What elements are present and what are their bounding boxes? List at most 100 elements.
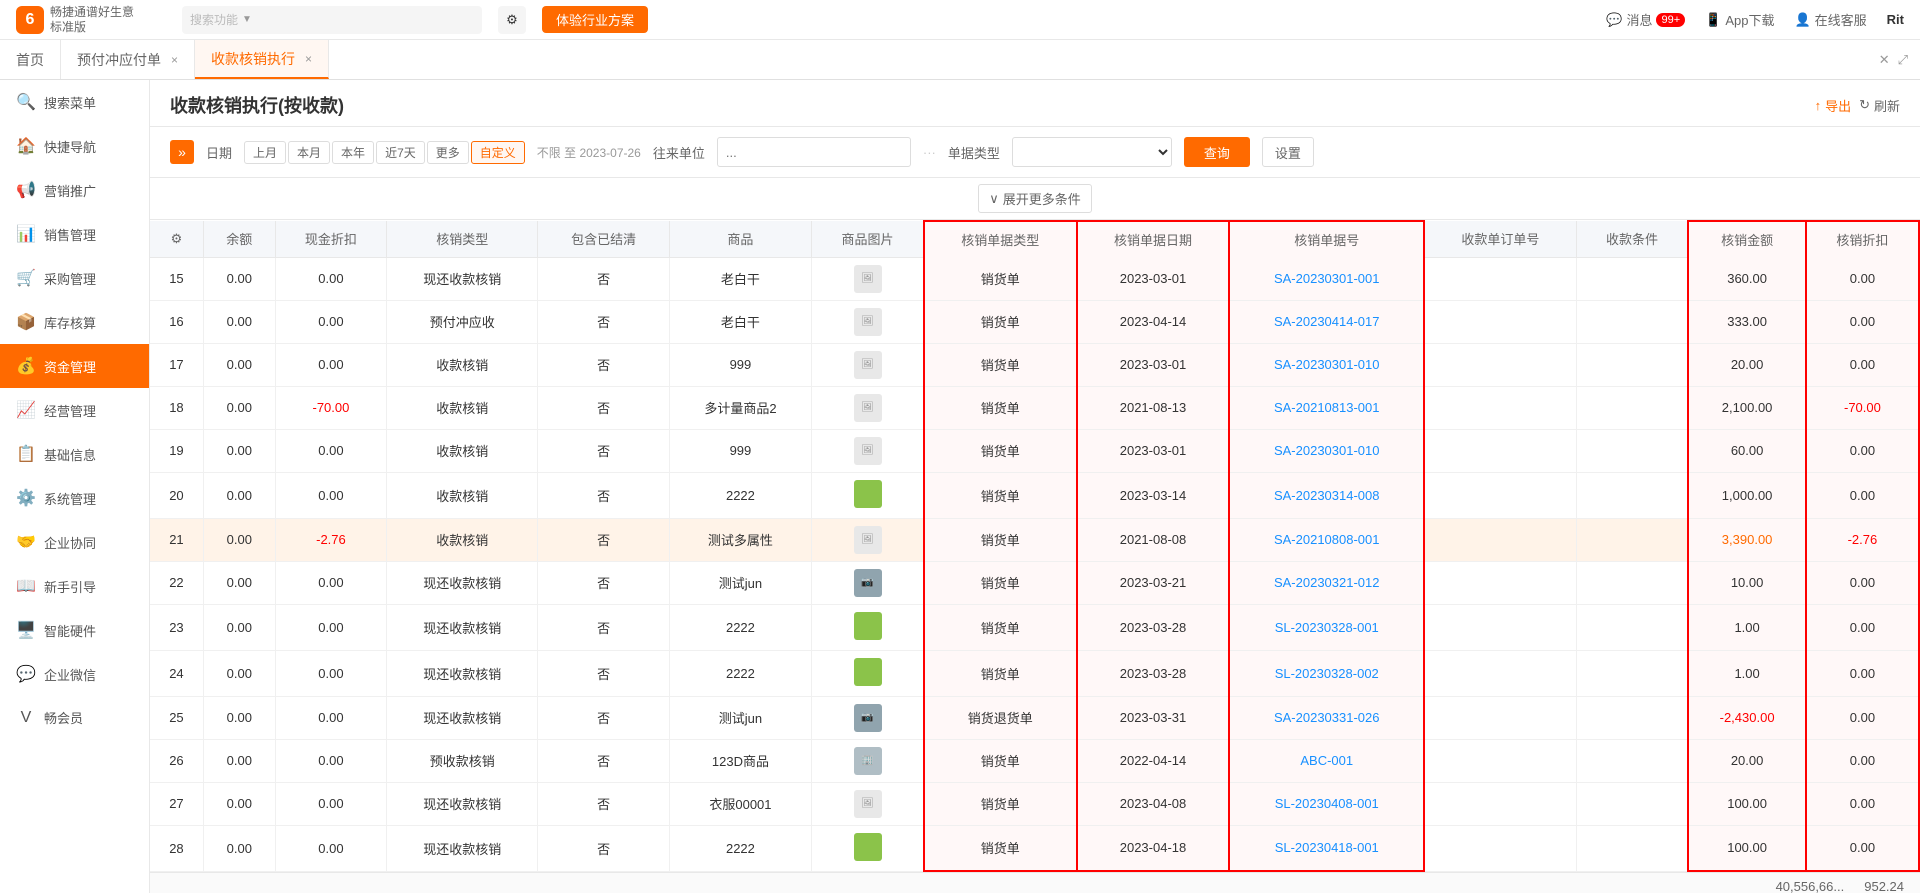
date-btn-custom[interactable]: 自定义 bbox=[471, 141, 525, 164]
sidebar-item-purchase[interactable]: 🛒 采购管理 bbox=[0, 256, 149, 300]
cell-verify-bill-no[interactable]: SA-20230314-008 bbox=[1229, 472, 1424, 518]
cell-verify-bill-no[interactable]: SA-20230414-017 bbox=[1229, 300, 1424, 343]
bill-no-link[interactable]: SA-20230301-010 bbox=[1274, 357, 1380, 372]
sidebar-item-operation[interactable]: 📈 经营管理 bbox=[0, 388, 149, 432]
tab-prepay[interactable]: 预付冲应付单 × bbox=[61, 40, 195, 79]
filter-expand-button[interactable]: » bbox=[170, 140, 194, 164]
sidebar-item-guide[interactable]: 📖 新手引导 bbox=[0, 564, 149, 608]
sidebar: 🔍 搜索菜单 🏠 快捷导航 📢 营销推广 📊 销售管理 🛒 采购管理 📦 库存核… bbox=[0, 80, 150, 893]
cell-verify-bill-no[interactable]: SA-20230331-026 bbox=[1229, 696, 1424, 739]
bill-no-link[interactable]: ABC-001 bbox=[1300, 753, 1353, 768]
tab-prepay-label: 预付冲应付单 bbox=[77, 50, 161, 70]
cell-verify-bill-no[interactable]: SA-20230301-010 bbox=[1229, 343, 1424, 386]
cell-id: 21 bbox=[150, 518, 203, 561]
export-button[interactable]: ↑ 导出 bbox=[1815, 96, 1852, 115]
date-btn-this-month[interactable]: 本月 bbox=[288, 141, 330, 164]
bill-no-link[interactable]: SA-20230414-017 bbox=[1274, 314, 1380, 329]
bill-no-link[interactable]: SA-20210813-001 bbox=[1274, 400, 1380, 415]
product-image: 🖼 bbox=[854, 394, 882, 422]
cell-verify-discount: 0.00 bbox=[1806, 739, 1919, 782]
sidebar-item-system[interactable]: ⚙️ 系统管理 bbox=[0, 476, 149, 520]
search-placeholder: 搜索功能 bbox=[190, 11, 238, 28]
sidebar-item-sales[interactable]: 📊 销售管理 bbox=[0, 212, 149, 256]
bill-no-link[interactable]: SA-20230301-010 bbox=[1274, 443, 1380, 458]
bill-no-link[interactable]: SL-20230328-002 bbox=[1275, 666, 1379, 681]
purchase-icon: 🛒 bbox=[16, 268, 36, 288]
th-verify-amount: 核销金额 bbox=[1688, 221, 1805, 257]
cell-goods: 999 bbox=[669, 343, 811, 386]
sidebar-item-collab[interactable]: 🤝 企业协同 bbox=[0, 520, 149, 564]
sidebar-item-inventory[interactable]: 📦 库存核算 bbox=[0, 300, 149, 344]
from-unit-label: 往来单位 bbox=[653, 143, 705, 162]
inventory-icon: 📦 bbox=[16, 312, 36, 332]
bill-no-link[interactable]: SL-20230418-001 bbox=[1275, 840, 1379, 855]
cell-goods-img: 📷 bbox=[812, 696, 924, 739]
bill-no-link[interactable]: SA-20230314-008 bbox=[1274, 488, 1380, 503]
sidebar-item-wechat[interactable]: 💬 企业微信 bbox=[0, 652, 149, 696]
industry-button[interactable]: 体验行业方案 bbox=[542, 6, 648, 33]
sidebar-item-search[interactable]: 🔍 搜索菜单 bbox=[0, 80, 149, 124]
cell-include-settled: 否 bbox=[538, 739, 669, 782]
sidebar-item-marketing[interactable]: 📢 营销推广 bbox=[0, 168, 149, 212]
cell-verify-amount: 333.00 bbox=[1688, 300, 1805, 343]
online-service-group[interactable]: 👤 在线客服 bbox=[1794, 10, 1866, 29]
tab-verify[interactable]: 收款核销执行 × bbox=[195, 40, 329, 79]
bill-no-link[interactable]: SL-20230328-001 bbox=[1275, 620, 1379, 635]
sidebar-label-member: 畅会员 bbox=[44, 708, 83, 727]
cell-verify-bill-no[interactable]: SA-20210808-001 bbox=[1229, 518, 1424, 561]
cell-verify-bill-no[interactable]: SA-20210813-001 bbox=[1229, 386, 1424, 429]
sidebar-item-member[interactable]: V 畅会员 bbox=[0, 696, 149, 739]
cell-goods: 2222 bbox=[669, 604, 811, 650]
tab-verify-close[interactable]: × bbox=[305, 52, 312, 66]
cell-verify-type: 现还收款核销 bbox=[387, 650, 538, 696]
message-group[interactable]: 💬 消息 99+ bbox=[1606, 10, 1685, 29]
bill-no-link[interactable]: SA-20210808-001 bbox=[1274, 532, 1380, 547]
bill-no-link[interactable]: SL-20230408-001 bbox=[1275, 796, 1379, 811]
app-download-group[interactable]: 📱 App下载 bbox=[1705, 10, 1774, 29]
cell-verify-bill-type: 销货单 bbox=[924, 386, 1077, 429]
sidebar-item-basic[interactable]: 📋 基础信息 bbox=[0, 432, 149, 476]
from-unit-input[interactable] bbox=[717, 137, 911, 167]
cell-verify-bill-no[interactable]: ABC-001 bbox=[1229, 739, 1424, 782]
settings-icon[interactable]: ⚙ bbox=[498, 6, 526, 34]
cell-cash-discount: 0.00 bbox=[275, 257, 387, 300]
date-btn-last-month[interactable]: 上月 bbox=[244, 141, 286, 164]
sidebar-item-nav[interactable]: 🏠 快捷导航 bbox=[0, 124, 149, 168]
sales-icon: 📊 bbox=[16, 224, 36, 244]
date-buttons: 上月 本月 本年 近7天 更多 自定义 bbox=[244, 141, 525, 164]
cell-id: 25 bbox=[150, 696, 203, 739]
search-button[interactable]: 查询 bbox=[1184, 137, 1250, 167]
expand-more-button[interactable]: ∨ 展开更多条件 bbox=[978, 184, 1092, 213]
bill-type-select[interactable] bbox=[1012, 137, 1172, 167]
cell-verify-bill-no[interactable]: SL-20230328-002 bbox=[1229, 650, 1424, 696]
sidebar-item-hardware[interactable]: 🖥️ 智能硬件 bbox=[0, 608, 149, 652]
window-close-icon[interactable]: ✕ bbox=[1879, 52, 1890, 68]
date-btn-this-year[interactable]: 本年 bbox=[332, 141, 374, 164]
bill-no-link[interactable]: SA-20230321-012 bbox=[1274, 575, 1380, 590]
cell-verify-amount: 1.00 bbox=[1688, 604, 1805, 650]
cell-verify-bill-no[interactable]: SA-20230321-012 bbox=[1229, 561, 1424, 604]
tab-home[interactable]: 首页 bbox=[0, 40, 61, 79]
date-btn-7days[interactable]: 近7天 bbox=[376, 141, 425, 164]
cell-balance: 0.00 bbox=[203, 739, 275, 782]
search-box[interactable]: 搜索功能 ▼ bbox=[182, 6, 482, 34]
cell-verify-type: 收款核销 bbox=[387, 518, 538, 561]
settings-button[interactable]: 设置 bbox=[1262, 137, 1314, 167]
cell-verify-bill-no[interactable]: SL-20230328-001 bbox=[1229, 604, 1424, 650]
window-expand-icon[interactable]: ⤢ bbox=[1898, 52, 1908, 68]
user-name[interactable]: Rit bbox=[1887, 12, 1904, 27]
cell-verify-bill-no[interactable]: SL-20230418-001 bbox=[1229, 825, 1424, 871]
bill-no-link[interactable]: SA-20230301-001 bbox=[1274, 271, 1380, 286]
cell-balance: 0.00 bbox=[203, 343, 275, 386]
date-btn-more[interactable]: 更多 bbox=[427, 141, 469, 164]
sidebar-item-finance[interactable]: 💰 资金管理 bbox=[0, 344, 149, 388]
bill-no-link[interactable]: SA-20230331-026 bbox=[1274, 710, 1380, 725]
cell-balance: 0.00 bbox=[203, 782, 275, 825]
table-row: 22 0.00 0.00 现还收款核销 否 测试jun 📷 销货单 2023-0… bbox=[150, 561, 1919, 604]
cell-verify-bill-no[interactable]: SA-20230301-010 bbox=[1229, 429, 1424, 472]
tab-prepay-close[interactable]: × bbox=[171, 53, 178, 67]
cell-verify-bill-no[interactable]: SL-20230408-001 bbox=[1229, 782, 1424, 825]
cell-verify-bill-no[interactable]: SA-20230301-001 bbox=[1229, 257, 1424, 300]
refresh-button[interactable]: ↻ 刷新 bbox=[1859, 96, 1900, 115]
cell-verify-amount: 1.00 bbox=[1688, 650, 1805, 696]
